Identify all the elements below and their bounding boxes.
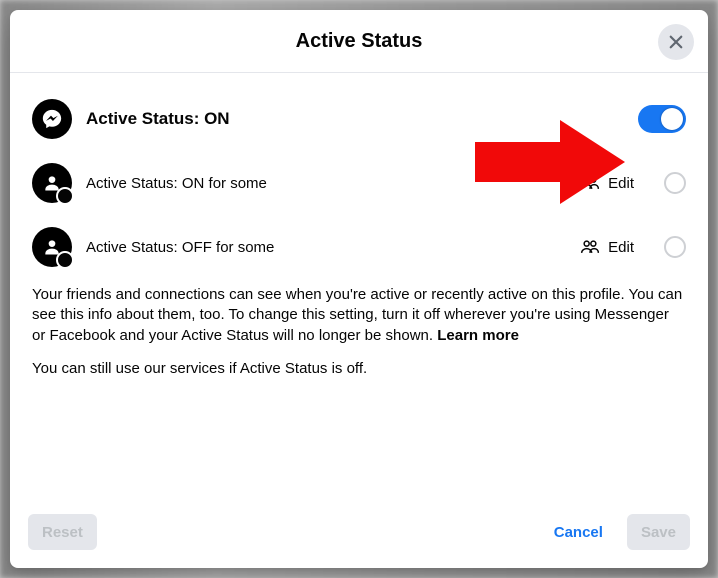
row-label-off-some: Active Status: OFF for some bbox=[86, 239, 566, 256]
cancel-button[interactable]: Cancel bbox=[540, 514, 617, 550]
edit-off-some[interactable]: Edit bbox=[580, 237, 634, 257]
active-status-modal: Active Status Active Status: ON Active S bbox=[10, 10, 708, 568]
active-status-toggle[interactable] bbox=[638, 105, 686, 133]
modal-footer: Reset Cancel Save bbox=[10, 498, 708, 568]
people-icon bbox=[580, 173, 600, 193]
edit-link-off-some: Edit bbox=[608, 239, 634, 256]
toggle-knob bbox=[661, 108, 683, 130]
row-off-for-some: Active Status: OFF for some Edit bbox=[32, 215, 686, 279]
modal-body: Active Status: ON Active Status: ON for … bbox=[10, 73, 708, 498]
people-icon bbox=[580, 237, 600, 257]
description-text: Your friends and connections can see whe… bbox=[32, 285, 686, 346]
radio-on-some[interactable] bbox=[664, 172, 686, 194]
sub-description: You can still use our services if Active… bbox=[32, 360, 686, 377]
row-label-on-some: Active Status: ON for some bbox=[86, 175, 566, 192]
edit-link-on-some: Edit bbox=[608, 175, 634, 192]
messenger-icon bbox=[32, 99, 72, 139]
row-on-for-some: Active Status: ON for some Edit bbox=[32, 151, 686, 215]
close-icon bbox=[667, 33, 685, 51]
save-button[interactable]: Save bbox=[627, 514, 690, 550]
row-label-main: Active Status: ON bbox=[86, 109, 624, 129]
row-active-status-on: Active Status: ON bbox=[32, 87, 686, 151]
modal-header: Active Status bbox=[10, 10, 708, 73]
close-button[interactable] bbox=[658, 24, 694, 60]
edit-on-some[interactable]: Edit bbox=[580, 173, 634, 193]
learn-more-link[interactable]: Learn more bbox=[437, 327, 519, 344]
avatar-icon bbox=[32, 227, 72, 267]
radio-off-some[interactable] bbox=[664, 236, 686, 258]
avatar-icon bbox=[32, 163, 72, 203]
reset-button[interactable]: Reset bbox=[28, 514, 97, 550]
modal-title: Active Status bbox=[296, 30, 423, 53]
